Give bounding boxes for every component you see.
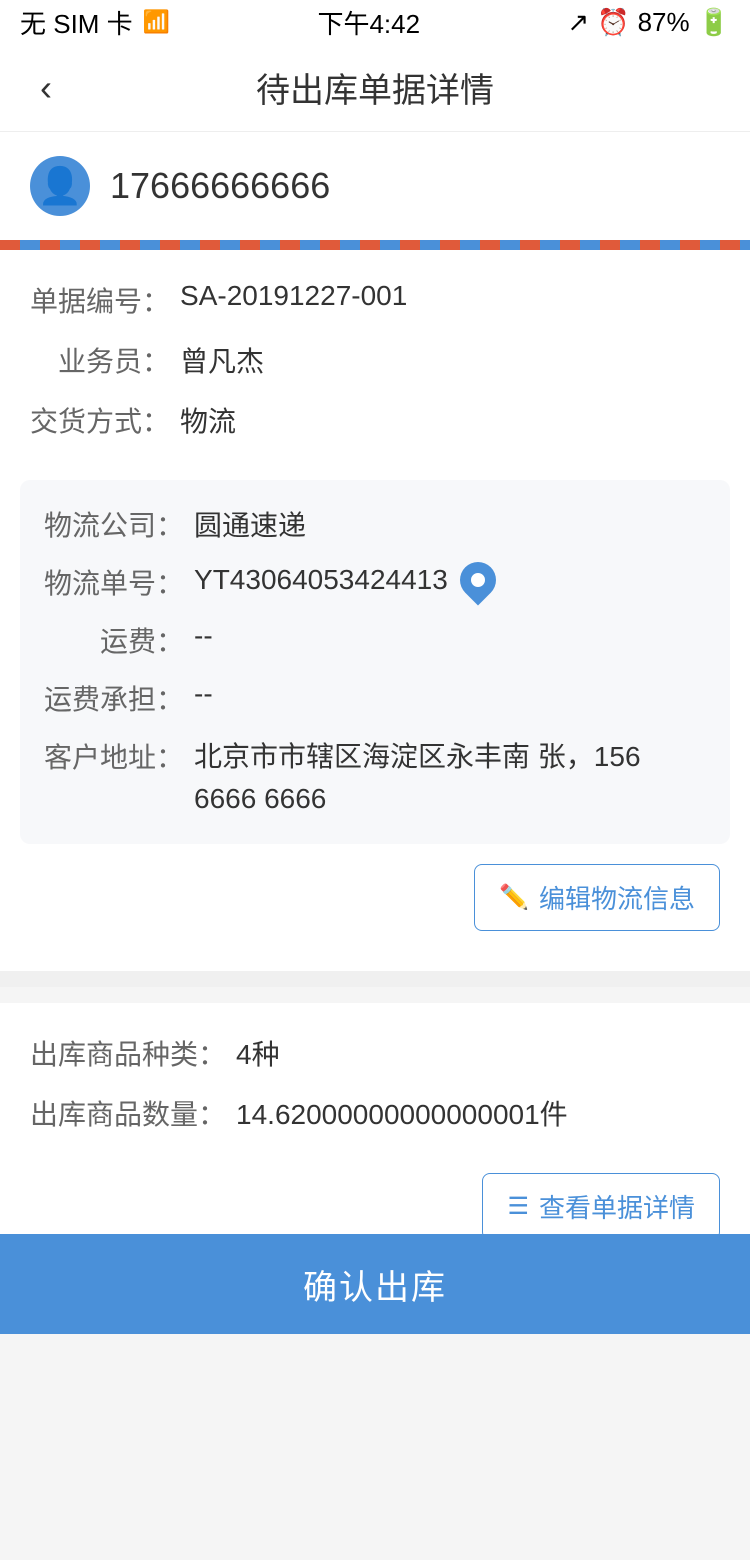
customer-header: 👤 17666666666 bbox=[0, 132, 750, 240]
view-details-row: ☰ 查看单据详情 bbox=[30, 1153, 720, 1240]
delivery-label: 交货方式： bbox=[30, 400, 170, 440]
logistics-freight-row: 运费： -- bbox=[44, 620, 706, 660]
bottom-spacer bbox=[0, 1460, 750, 1560]
location-icon: ↗ bbox=[567, 7, 589, 38]
dashed-divider bbox=[0, 240, 750, 250]
order-number-value: SA-20191227-001 bbox=[180, 280, 720, 312]
logistics-address-value: 北京市市辖区海淀区永丰南 张，156 6666 6666 bbox=[194, 736, 706, 820]
view-details-label: 查看单据详情 bbox=[539, 1188, 695, 1225]
customer-phone: 17666666666 bbox=[110, 165, 330, 207]
page-title: 待出库单据详情 bbox=[256, 63, 494, 112]
logistics-freightbearer-label: 运费承担： bbox=[44, 678, 184, 718]
section-divider-1 bbox=[0, 971, 750, 987]
goods-quantity-label: 出库商品数量： bbox=[30, 1093, 226, 1133]
status-left: 无 SIM 卡 📶 bbox=[20, 4, 170, 41]
battery-icon: 🔋 bbox=[698, 7, 730, 38]
logistics-address-label: 客户地址： bbox=[44, 736, 184, 776]
logistics-company-value: 圆通速递 bbox=[194, 504, 706, 544]
logistics-section: 物流公司： 圆通速递 物流单号： YT43064053424413 运费： --… bbox=[0, 480, 750, 971]
edit-icon: ✏️ bbox=[499, 883, 529, 912]
logistics-address-row: 客户地址： 北京市市辖区海淀区永丰南 张，156 6666 6666 bbox=[44, 736, 706, 820]
logistics-freightbearer-value: -- bbox=[194, 678, 706, 710]
goods-quantity-row: 出库商品数量： 14.62000000000000001件 bbox=[30, 1093, 720, 1133]
logistics-freight-label: 运费： bbox=[44, 620, 184, 660]
goods-section: 出库商品种类： 4种 出库商品数量： 14.62000000000000001件… bbox=[0, 1003, 750, 1260]
edit-logistics-label: 编辑物流信息 bbox=[539, 879, 695, 916]
confirm-button[interactable]: 确认出库 bbox=[0, 1234, 750, 1334]
person-icon: 👤 bbox=[38, 165, 83, 207]
logistics-company-label: 物流公司： bbox=[44, 504, 184, 544]
order-info-section: 单据编号： SA-20191227-001 业务员： 曾凡杰 交货方式： 物流 bbox=[0, 250, 750, 480]
salesperson-value: 曾凡杰 bbox=[180, 340, 720, 380]
alarm-icon: ⏰ bbox=[597, 7, 629, 38]
salesperson-row: 业务员： 曾凡杰 bbox=[30, 340, 720, 380]
delivery-value: 物流 bbox=[180, 400, 720, 440]
order-number-label: 单据编号： bbox=[30, 280, 170, 320]
salesperson-label: 业务员： bbox=[30, 340, 170, 380]
logistics-freightbearer-row: 运费承担： -- bbox=[44, 678, 706, 718]
delivery-row: 交货方式： 物流 bbox=[30, 400, 720, 440]
goods-quantity-value: 14.62000000000000001件 bbox=[236, 1093, 568, 1133]
carrier-label: 无 SIM 卡 bbox=[20, 4, 133, 41]
logistics-freight-value: -- bbox=[194, 620, 706, 652]
avatar: 👤 bbox=[30, 156, 90, 216]
location-pin-icon[interactable] bbox=[452, 555, 503, 606]
goods-type-value: 4种 bbox=[236, 1033, 280, 1073]
back-button[interactable]: ‹ bbox=[30, 57, 62, 119]
status-right: ↗ ⏰ 87% 🔋 bbox=[567, 7, 730, 38]
nav-bar: ‹ 待出库单据详情 bbox=[0, 44, 750, 132]
logistics-company-row: 物流公司： 圆通速递 bbox=[44, 504, 706, 544]
list-icon: ☰ bbox=[507, 1192, 529, 1221]
edit-logistics-button[interactable]: ✏️ 编辑物流信息 bbox=[474, 864, 720, 931]
wifi-icon: 📶 bbox=[143, 9, 170, 35]
logistics-tracking-label: 物流单号： bbox=[44, 562, 184, 602]
logistics-card: 物流公司： 圆通速递 物流单号： YT43064053424413 运费： --… bbox=[20, 480, 730, 844]
edit-logistics-row: ✏️ 编辑物流信息 bbox=[0, 844, 750, 951]
confirm-button-label: 确认出库 bbox=[303, 1260, 447, 1309]
status-bar: 无 SIM 卡 📶 下午4:42 ↗ ⏰ 87% 🔋 bbox=[0, 0, 750, 44]
view-details-button[interactable]: ☰ 查看单据详情 bbox=[482, 1173, 720, 1240]
logistics-tracking-row: 物流单号： YT43064053424413 bbox=[44, 562, 706, 602]
status-time: 下午4:42 bbox=[317, 4, 420, 41]
goods-type-label: 出库商品种类： bbox=[30, 1033, 226, 1073]
order-number-row: 单据编号： SA-20191227-001 bbox=[30, 280, 720, 320]
logistics-tracking-value: YT43064053424413 bbox=[194, 562, 706, 598]
battery-label: 87% bbox=[638, 7, 690, 38]
goods-type-row: 出库商品种类： 4种 bbox=[30, 1033, 720, 1073]
